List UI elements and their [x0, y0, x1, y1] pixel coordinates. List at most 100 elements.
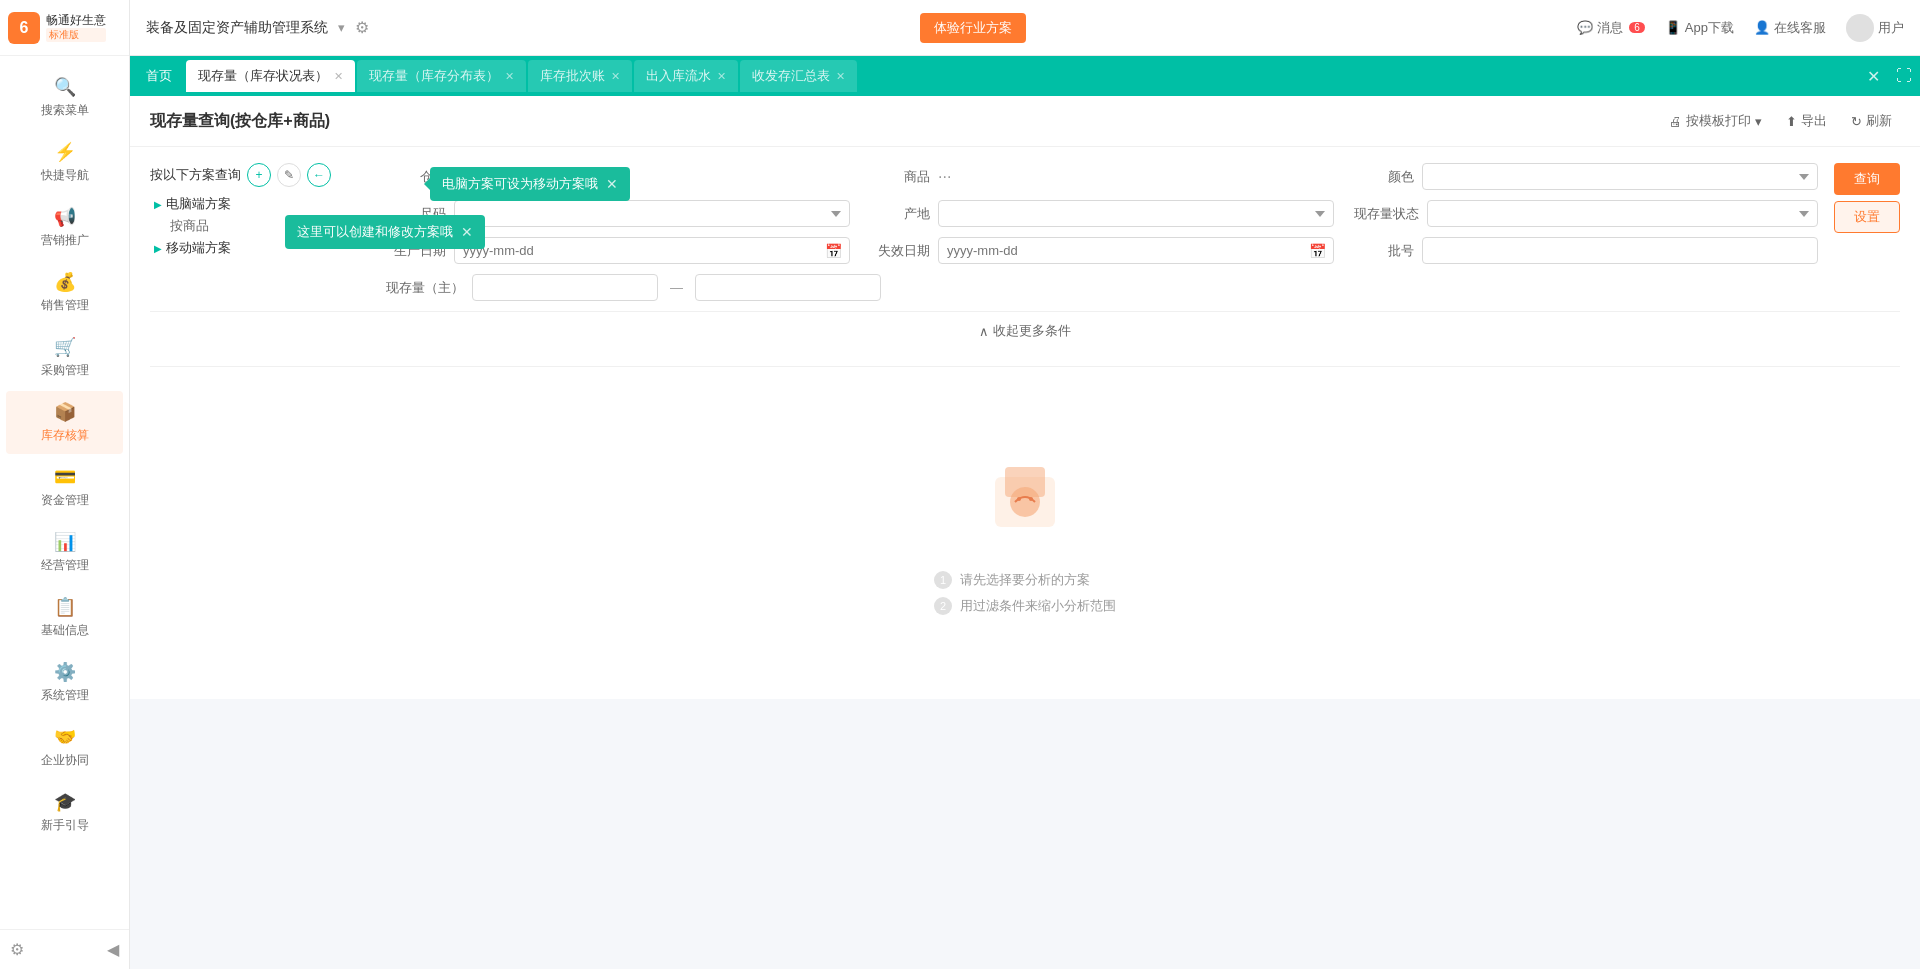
sidebar-item-label: 搜索菜单 [41, 102, 89, 119]
filter-label: 按以下方案查询 [150, 166, 241, 184]
prod-date-calendar-icon[interactable]: 📅 [825, 243, 842, 259]
message-label: 消息 [1597, 19, 1623, 37]
stock-main-from[interactable] [472, 274, 658, 301]
tab-inventory-dist[interactable]: 现存量（库存分布表） ✕ [357, 60, 526, 92]
tab-inventory-dist-close[interactable]: ✕ [505, 70, 514, 83]
tab-inventory-status[interactable]: 现存量（库存状况表） ✕ [186, 60, 355, 92]
exp-date-input[interactable] [938, 237, 1334, 264]
export-btn[interactable]: ⬆ 导出 [1778, 108, 1835, 134]
collapse-bar[interactable]: ∧ 收起更多条件 [150, 311, 1900, 350]
print-dropdown-icon: ▾ [1755, 114, 1762, 129]
color-field: 颜色 [1354, 163, 1818, 190]
sidebar-item-marketing[interactable]: 📢 营销推广 [6, 196, 123, 259]
pc-scheme-label: 电脑端方案 [166, 195, 231, 213]
tab-home[interactable]: 首页 [134, 60, 184, 92]
tab-inventory-status-close[interactable]: ✕ [334, 70, 343, 83]
refresh-btn[interactable]: ↻ 刷新 [1843, 108, 1900, 134]
edit-scheme-btn[interactable]: ✎ [277, 163, 301, 187]
tip-text-2: 用过滤条件来缩小分析范围 [960, 593, 1116, 619]
print-label: 按模板打印 [1686, 112, 1751, 130]
message-badge: 6 [1629, 22, 1645, 33]
color-select[interactable] [1422, 163, 1818, 190]
sidebar-item-label: 新手引导 [41, 817, 89, 834]
refresh-label: 刷新 [1866, 112, 1892, 130]
settings-bottom-btn[interactable]: ⚙ [10, 940, 24, 959]
logo-text: 畅通好生意 [46, 13, 106, 29]
exp-date-calendar-icon[interactable]: 📅 [1309, 243, 1326, 259]
basic-icon: 📋 [54, 596, 76, 618]
goods-more[interactable]: ··· [938, 168, 951, 186]
arrow-scheme-btn[interactable]: ← [307, 163, 331, 187]
app-download-item[interactable]: 📱 App下载 [1665, 19, 1734, 37]
print-template-btn[interactable]: 🖨 按模板打印 ▾ [1661, 108, 1770, 134]
sidebar-item-quick[interactable]: ⚡ 快捷导航 [6, 131, 123, 194]
sidebar: 6 畅通好生意 标准版 🔍 搜索菜单 ⚡ 快捷导航 📢 营销推广 💰 销售 [0, 0, 130, 969]
page-inner: 现存量查询(按仓库+商品) 🖨 按模板打印 ▾ ⬆ 导出 ↻ [130, 96, 1920, 699]
sidebar-item-label: 库存核算 [41, 427, 89, 444]
empty-tip-1: 1 请先选择要分析的方案 [934, 567, 1116, 593]
tab-close-all-btn[interactable]: ✕ [1863, 63, 1884, 90]
user-item[interactable]: 用户 [1846, 14, 1904, 42]
tab-bar-right: ✕ ⛶ [1863, 63, 1916, 90]
reset-button[interactable]: 设置 [1834, 201, 1900, 233]
sales-icon: 💰 [54, 271, 76, 293]
tab-batch-close[interactable]: ✕ [611, 70, 620, 83]
tab-collect[interactable]: 收发存汇总表 ✕ [740, 60, 857, 92]
stock-status-select[interactable] [1427, 200, 1818, 227]
message-item[interactable]: 💬 消息 6 [1577, 19, 1645, 37]
print-icon: 🖨 [1669, 114, 1682, 129]
add-scheme-btn[interactable]: + [247, 163, 271, 187]
sidebar-item-guide[interactable]: 🎓 新手引导 [6, 781, 123, 844]
tab-inout-close[interactable]: ✕ [717, 70, 726, 83]
system-icon: ⚙️ [54, 661, 76, 683]
query-button[interactable]: 查询 [1834, 163, 1900, 195]
batch-input[interactable] [1422, 237, 1818, 264]
caret-icon: ▶ [154, 199, 162, 210]
tooltip-scheme-close[interactable]: ✕ [606, 176, 618, 192]
exp-date-input-wrapper: 📅 [938, 237, 1334, 264]
origin-select[interactable] [938, 200, 1334, 227]
support-item[interactable]: 👤 在线客服 [1754, 19, 1826, 37]
sidebar-item-purchase[interactable]: 🛒 采购管理 [6, 326, 123, 389]
finance-icon: 💳 [54, 466, 76, 488]
sidebar-item-sales[interactable]: 💰 销售管理 [6, 261, 123, 324]
tab-collect-close[interactable]: ✕ [836, 70, 845, 83]
tab-batch-label: 库存批次账 [540, 67, 605, 85]
page-title: 现存量查询(按仓库+商品) [150, 111, 330, 132]
pc-scheme-item[interactable]: ▶ 电脑端方案 [154, 195, 370, 213]
prod-date-input-wrapper: 📅 [454, 237, 850, 264]
tab-inout[interactable]: 出入库流水 ✕ [634, 60, 738, 92]
batch-field: 批号 [1354, 237, 1818, 264]
exp-date-field: 失效日期 📅 [870, 237, 1334, 264]
tooltip-create-close[interactable]: ✕ [461, 224, 473, 240]
trial-button[interactable]: 体验行业方案 [920, 13, 1026, 43]
size-select[interactable] [454, 200, 850, 227]
header-gear-icon[interactable]: ⚙ [355, 18, 369, 37]
page-actions: 🖨 按模板打印 ▾ ⬆ 导出 ↻ 刷新 [1661, 108, 1900, 134]
tooltip-scheme-text: 电脑方案可设为移动方案哦 [442, 175, 598, 193]
origin-label: 产地 [870, 205, 930, 223]
inventory-icon: 📦 [54, 401, 76, 423]
stock-main-to[interactable] [695, 274, 881, 301]
collapse-sidebar-btn[interactable]: ◀ [107, 940, 119, 959]
header-dropdown-icon[interactable]: ▾ [338, 20, 345, 35]
sidebar-item-search[interactable]: 🔍 搜索菜单 [6, 66, 123, 129]
sidebar-item-basic[interactable]: 📋 基础信息 [6, 586, 123, 649]
tooltip-scheme: 电脑方案可设为移动方案哦 ✕ [430, 167, 630, 201]
sidebar-item-operation[interactable]: 📊 经营管理 [6, 521, 123, 584]
sidebar-item-enterprise[interactable]: 🤝 企业协同 [6, 716, 123, 779]
sidebar-item-label: 采购管理 [41, 362, 89, 379]
tab-home-label: 首页 [146, 67, 172, 85]
tab-batch[interactable]: 库存批次账 ✕ [528, 60, 632, 92]
header-right: 💬 消息 6 📱 App下载 👤 在线客服 用户 [1577, 14, 1904, 42]
page-header: 现存量查询(按仓库+商品) 🖨 按模板打印 ▾ ⬆ 导出 ↻ [130, 96, 1920, 147]
sidebar-item-label: 销售管理 [41, 297, 89, 314]
sidebar-item-inventory[interactable]: 📦 库存核算 [6, 391, 123, 454]
tab-expand-btn[interactable]: ⛶ [1892, 63, 1916, 90]
sidebar-item-finance[interactable]: 💳 资金管理 [6, 456, 123, 519]
empty-tip-2: 2 用过滤条件来缩小分析范围 [934, 593, 1116, 619]
prod-date-input[interactable] [454, 237, 850, 264]
top-header: 装备及固定资产辅助管理系统 ▾ ⚙ 体验行业方案 💬 消息 6 📱 App下载 … [130, 0, 1920, 56]
sidebar-item-system[interactable]: ⚙️ 系统管理 [6, 651, 123, 714]
tooltip-create-text: 这里可以创建和修改方案哦 [297, 223, 453, 241]
